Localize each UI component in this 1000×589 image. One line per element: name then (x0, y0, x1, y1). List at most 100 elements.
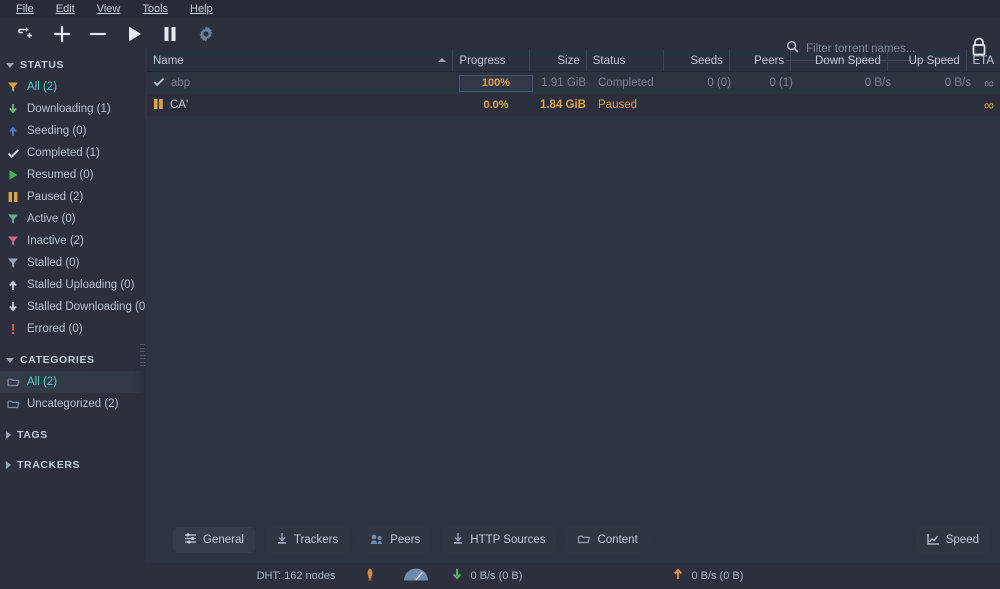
sidebar-item-all-categories[interactable]: All (2) (0, 371, 145, 393)
sidebar-item-paused[interactable]: Paused (2) (0, 186, 145, 208)
table-row[interactable]: abp 100% 1.91 GiB Completed 0 (0) 0 (1) … (147, 72, 1000, 94)
cell-status: Completed (598, 77, 654, 89)
minus-icon (87, 23, 109, 45)
column-header-progress[interactable]: Progress (452, 50, 529, 71)
tab-http-sources[interactable]: HTTP Sources (441, 527, 557, 553)
menu-item-tools[interactable]: Tools (132, 1, 178, 18)
column-header-eta[interactable]: ETA (965, 50, 1000, 71)
cell-size: 1.91 GiB (541, 77, 586, 89)
tags-group-header[interactable]: TAGS (0, 424, 145, 446)
filter-icon (6, 212, 20, 226)
cell-name: CA' (147, 94, 457, 116)
check-icon (6, 146, 20, 160)
menu-item-edit[interactable]: Edit (46, 1, 85, 18)
speed-limit-button[interactable] (403, 567, 429, 585)
menu-item-file[interactable]: File (6, 1, 44, 18)
chevron-down-icon (6, 62, 14, 68)
speedometer-icon (403, 567, 429, 585)
tracker-icon (276, 532, 288, 548)
download-arrow-icon (6, 102, 20, 116)
sidebar-item-stalled-downloading[interactable]: Stalled Downloading (0) (0, 296, 145, 318)
sidebar-resize-handle[interactable] (140, 344, 145, 366)
folder-icon (6, 397, 20, 411)
resume-button[interactable] (116, 19, 152, 49)
add-torrent-link-button[interactable] (8, 19, 44, 49)
tab-trackers[interactable]: Trackers (264, 527, 350, 553)
http-source-icon (452, 532, 464, 548)
sidebar-item-downloading[interactable]: Downloading (1) (0, 98, 145, 120)
sidebar-item-seeding[interactable]: Seeding (0) (0, 120, 145, 142)
qbittorrent-window: File Edit View Tools Help Filter torrent… (0, 0, 1000, 589)
cell-seeds: 0 (0) (707, 77, 731, 89)
cell-progress: 0.0% (457, 94, 535, 116)
add-link-icon (16, 24, 36, 44)
body-split: STATUS All (2) Downloading (1) Seeding (… (0, 50, 1000, 563)
upload-arrow-icon (672, 568, 684, 584)
tab-general[interactable]: General (173, 527, 255, 553)
cell-up-speed (897, 94, 977, 116)
tab-speed[interactable]: Speed (915, 527, 990, 553)
folder-icon (577, 533, 591, 548)
plus-icon (51, 23, 73, 45)
pause-icon (6, 190, 20, 204)
chevron-down-icon (6, 357, 14, 363)
speed-chart-icon (927, 533, 940, 548)
column-header-up-speed[interactable]: Up Speed (886, 50, 966, 71)
upload-arrow-icon (6, 278, 20, 292)
sidebar-item-errored[interactable]: Errored (0) (0, 318, 145, 340)
filter-icon (6, 256, 20, 270)
folder-icon (6, 375, 20, 389)
connection-status-button[interactable] (363, 567, 377, 585)
global-download-speed: 0 B/s (0 B) (451, 568, 522, 584)
column-header-seeds[interactable]: Seeds (662, 50, 729, 71)
sidebar-item-completed[interactable]: Completed (1) (0, 142, 145, 164)
cell-name: abp (147, 72, 457, 94)
table-row[interactable]: CA' 0.0% 1.84 GiB Paused ∞ (147, 94, 1000, 116)
sidebar-item-stalled[interactable]: Stalled (0) (0, 252, 145, 274)
pause-button[interactable] (152, 19, 188, 49)
progress-bar: 100% (459, 74, 533, 92)
column-header-status[interactable]: Status (585, 50, 663, 71)
play-icon (6, 168, 20, 182)
trackers-group-header[interactable]: TRACKERS (0, 454, 145, 476)
filters-sidebar: STATUS All (2) Downloading (1) Seeding (… (0, 50, 145, 563)
menu-bar: File Edit View Tools Help (0, 0, 1000, 18)
sort-ascending-icon (438, 58, 447, 62)
tab-peers[interactable]: Peers (359, 527, 432, 553)
sliders-icon (184, 532, 197, 548)
cell-seeds (670, 94, 737, 116)
torrent-table-header: Name Progress Size Status Seeds Peers Do… (147, 50, 1000, 72)
sidebar-item-all-status[interactable]: All (2) (0, 76, 145, 98)
column-header-size[interactable]: Size (529, 50, 585, 71)
preferences-button[interactable] (188, 19, 224, 49)
sidebar-item-active[interactable]: Active (0) (0, 208, 145, 230)
pause-icon (159, 23, 181, 45)
sidebar-item-inactive[interactable]: Inactive (2) (0, 230, 145, 252)
tab-content[interactable]: Content (566, 527, 649, 553)
cell-peers: 0 (1) (769, 77, 793, 89)
upload-arrow-icon (6, 124, 20, 138)
check-icon (153, 76, 165, 91)
sidebar-item-resumed[interactable]: Resumed (0) (0, 164, 145, 186)
cell-status: Paused (598, 99, 638, 111)
cell-down-speed (799, 94, 897, 116)
torrent-table-body: abp 100% 1.91 GiB Completed 0 (0) 0 (1) … (147, 72, 1000, 517)
peers-icon (370, 533, 384, 548)
column-header-name[interactable]: Name (147, 50, 452, 71)
remove-torrent-button[interactable] (80, 19, 116, 49)
status-group-header[interactable]: STATUS (0, 54, 145, 76)
chevron-right-icon (6, 461, 11, 469)
menu-item-help[interactable]: Help (180, 1, 223, 18)
categories-group-header[interactable]: CATEGORIES (0, 349, 145, 371)
play-icon (123, 23, 145, 45)
exclamation-icon (6, 322, 20, 336)
gear-icon (197, 25, 215, 43)
column-header-peers[interactable]: Peers (728, 50, 790, 71)
sidebar-item-stalled-uploading[interactable]: Stalled Uploading (0) (0, 274, 145, 296)
menu-item-view[interactable]: View (87, 1, 131, 18)
sidebar-item-uncategorized[interactable]: Uncategorized (2) (0, 393, 145, 415)
chevron-right-icon (6, 431, 11, 439)
column-header-down-speed[interactable]: Down Speed (790, 50, 887, 71)
download-arrow-icon (6, 300, 20, 314)
add-torrent-file-button[interactable] (44, 19, 80, 49)
